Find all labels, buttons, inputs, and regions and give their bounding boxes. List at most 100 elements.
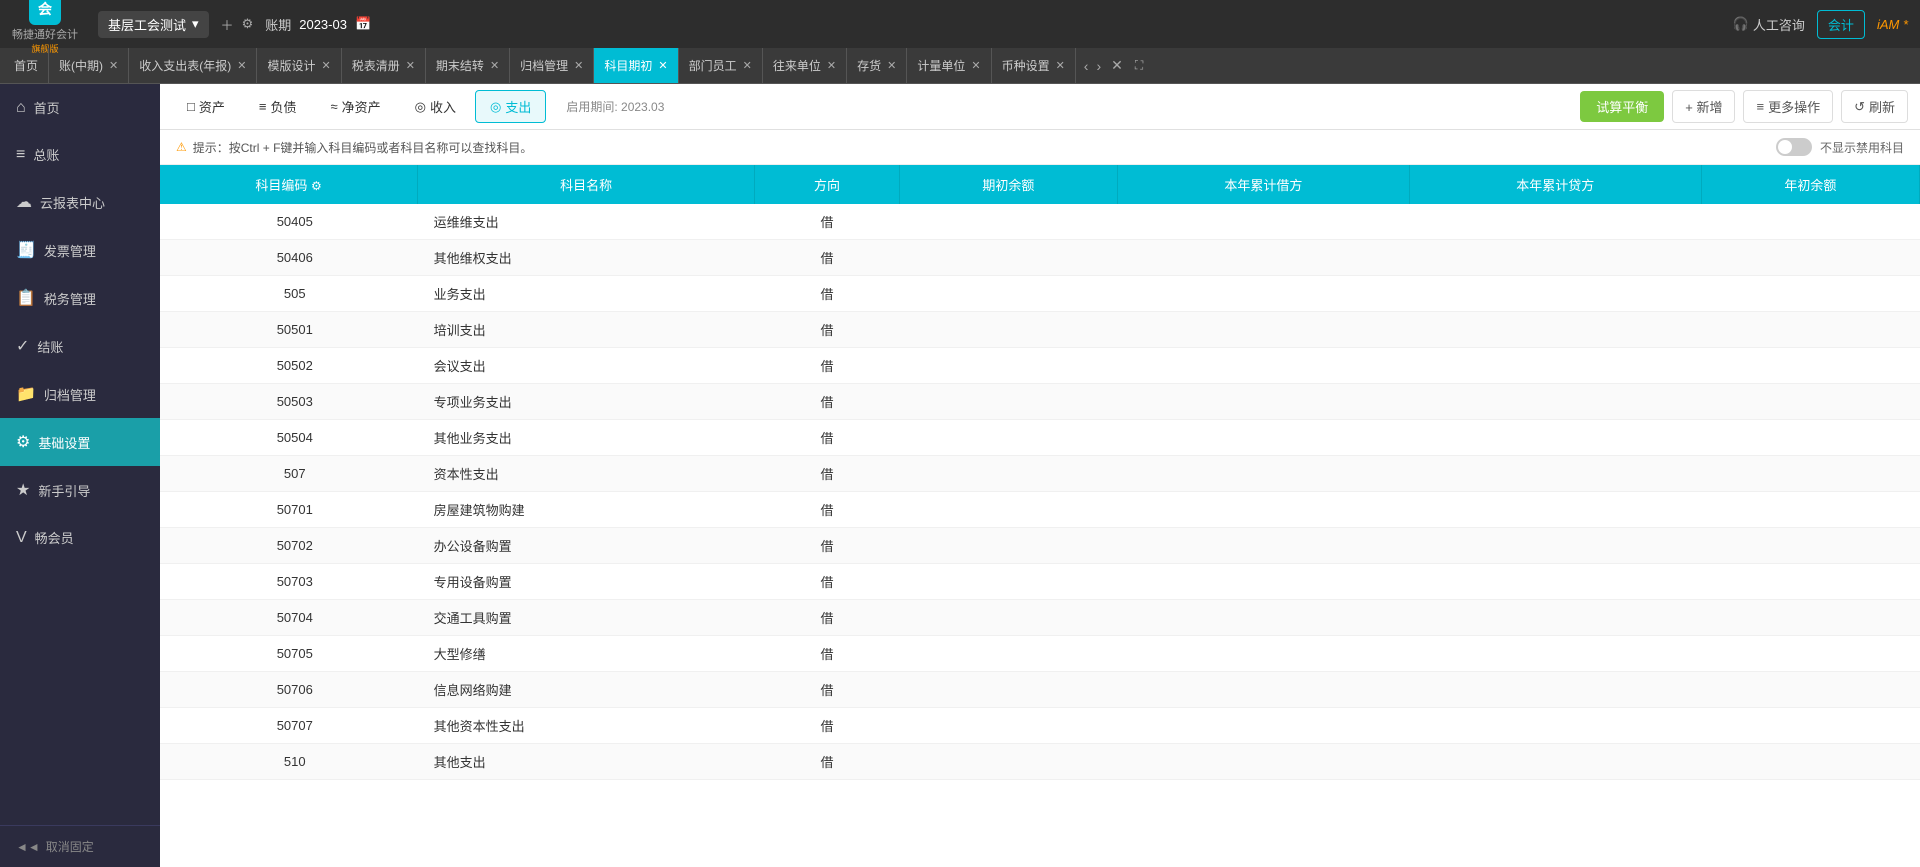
sub-tab-equity[interactable]: ≈ 净资产 xyxy=(315,90,395,123)
cell-ytd-debit xyxy=(1118,456,1410,492)
tab-tax-schedule[interactable]: 税表清册 ✕ xyxy=(342,48,426,84)
cell-code: 507 xyxy=(160,456,418,492)
more-button[interactable]: ≡ 更多操作 xyxy=(1743,90,1833,123)
tab-partners[interactable]: 往来单位 ✕ xyxy=(763,48,847,84)
col-settings-icon[interactable]: ⚙ xyxy=(311,179,322,193)
tab-period-transfer[interactable]: 期末结转 ✕ xyxy=(426,48,510,84)
tab-next-button[interactable]: › xyxy=(1092,58,1105,74)
balance-button[interactable]: 试算平衡 xyxy=(1580,91,1664,122)
cell-ytd-credit xyxy=(1409,744,1701,780)
table-row[interactable]: 50502 会议支出 借 xyxy=(160,348,1920,384)
reports-icon: ☁ xyxy=(16,192,32,212)
col-opening: 期初余额 xyxy=(899,165,1117,204)
tip-text: 提示：按Ctrl + F键并输入科目编码或者科目名称可以查找科目。 xyxy=(193,139,533,156)
table-row[interactable]: 50405 运维维支出 借 xyxy=(160,204,1920,240)
table-row[interactable]: 50707 其他资本性支出 借 xyxy=(160,708,1920,744)
cell-ytd-credit xyxy=(1409,456,1701,492)
tab-dept-staff-close[interactable]: ✕ xyxy=(743,59,752,72)
tab-currency[interactable]: 币种设置 ✕ xyxy=(992,48,1076,84)
tab-close-all-button[interactable]: ✕ xyxy=(1105,57,1129,74)
tab-mid-report-close[interactable]: ✕ xyxy=(109,59,118,72)
period-info: 账期 2023-03 📅 xyxy=(265,15,371,34)
tab-dept-staff[interactable]: 部门员工 ✕ xyxy=(679,48,763,84)
tab-unit-close[interactable]: ✕ xyxy=(971,59,980,72)
calendar-icon[interactable]: 📅 xyxy=(355,16,371,32)
refresh-button[interactable]: ↺ 刷新 xyxy=(1841,90,1908,123)
sidebar-ledger-label: 总账 xyxy=(33,145,59,164)
cell-ytd-credit xyxy=(1409,240,1701,276)
cell-name: 信息网络购建 xyxy=(418,672,755,708)
company-selector[interactable]: 基层工会测试 ▾ xyxy=(98,11,209,38)
cell-code: 50502 xyxy=(160,348,418,384)
tab-unit[interactable]: 计量单位 ✕ xyxy=(907,48,991,84)
tab-fullscreen-button[interactable]: ⛶ xyxy=(1129,58,1149,73)
sidebar-item-ledger[interactable]: ≡ 总账 xyxy=(0,131,160,178)
sub-tab-liability[interactable]: ≡ 负债 xyxy=(244,90,312,123)
tab-inventory-close[interactable]: ✕ xyxy=(887,59,896,72)
sidebar-item-settings[interactable]: ⚙ 基础设置 xyxy=(0,418,160,466)
cell-year-opening xyxy=(1701,384,1919,420)
sidebar-item-reports[interactable]: ☁ 云报表中心 xyxy=(0,178,160,226)
cell-code: 505 xyxy=(160,276,418,312)
sidebar-item-close[interactable]: ✓ 结账 xyxy=(0,322,160,370)
tab-template[interactable]: 模版设计 ✕ xyxy=(257,48,341,84)
add-company-icon[interactable]: ＋ xyxy=(221,15,234,34)
sidebar-pin-button[interactable]: ◄◄ 取消固定 xyxy=(0,825,160,867)
cell-opening xyxy=(899,600,1117,636)
tab-annual-report[interactable]: 收入支出表(年报) ✕ xyxy=(129,48,257,84)
account-button[interactable]: 会计 xyxy=(1817,10,1865,39)
tab-tax-schedule-close[interactable]: ✕ xyxy=(406,59,415,72)
cell-ytd-debit xyxy=(1118,636,1410,672)
table-row[interactable]: 507 资本性支出 借 xyxy=(160,456,1920,492)
tab-partners-close[interactable]: ✕ xyxy=(827,59,836,72)
sidebar-item-guide[interactable]: ★ 新手引导 xyxy=(0,466,160,514)
disable-toggle[interactable] xyxy=(1776,138,1812,156)
sidebar-item-tax[interactable]: 📋 税务管理 xyxy=(0,274,160,322)
table-row[interactable]: 50702 办公设备购置 借 xyxy=(160,528,1920,564)
sidebar-item-home[interactable]: ⌂ 首页 xyxy=(0,84,160,131)
tax-icon: 📋 xyxy=(16,288,36,308)
table-row[interactable]: 50703 专用设备购置 借 xyxy=(160,564,1920,600)
tab-template-close[interactable]: ✕ xyxy=(321,59,330,72)
table-row[interactable]: 50503 专项业务支出 借 xyxy=(160,384,1920,420)
sub-tab-expense[interactable]: ◎ 支出 xyxy=(475,90,546,123)
tab-subject-init[interactable]: 科目期初 ✕ xyxy=(594,48,678,84)
sub-tab-asset[interactable]: □ 资产 xyxy=(172,90,240,123)
cell-year-opening xyxy=(1701,420,1919,456)
cell-ytd-credit xyxy=(1409,312,1701,348)
table-row[interactable]: 50504 其他业务支出 借 xyxy=(160,420,1920,456)
cell-name: 大型修缮 xyxy=(418,636,755,672)
support-button[interactable]: 🎧 人工咨询 xyxy=(1733,15,1805,34)
table-row[interactable]: 50704 交通工具购置 借 xyxy=(160,600,1920,636)
tab-inventory[interactable]: 存货 ✕ xyxy=(847,48,907,84)
tab-home[interactable]: 首页 xyxy=(4,48,49,84)
tab-subject-init-close[interactable]: ✕ xyxy=(658,59,667,72)
table-row[interactable]: 50701 房屋建筑物购建 借 xyxy=(160,492,1920,528)
table-row[interactable]: 505 业务支出 借 xyxy=(160,276,1920,312)
settings-icon[interactable]: ⚙ xyxy=(242,16,254,32)
tab-annual-report-close[interactable]: ✕ xyxy=(237,59,246,72)
table-row[interactable]: 50705 大型修缮 借 xyxy=(160,636,1920,672)
sidebar-item-member[interactable]: V 畅会员 xyxy=(0,514,160,561)
cell-code: 50703 xyxy=(160,564,418,600)
tab-archive[interactable]: 归档管理 ✕ xyxy=(510,48,594,84)
cell-direction: 借 xyxy=(755,384,900,420)
sidebar-item-invoice[interactable]: 🧾 发票管理 xyxy=(0,226,160,274)
add-button[interactable]: + 新增 xyxy=(1672,90,1735,123)
sidebar-item-archive[interactable]: 📁 归档管理 xyxy=(0,370,160,418)
cell-ytd-debit xyxy=(1118,492,1410,528)
sidebar-close-label: 结账 xyxy=(37,337,63,356)
tab-currency-close[interactable]: ✕ xyxy=(1056,59,1065,72)
cell-direction: 借 xyxy=(755,564,900,600)
tab-period-transfer-close[interactable]: ✕ xyxy=(490,59,499,72)
sub-tab-income[interactable]: ◎ 收入 xyxy=(400,90,471,123)
table-row[interactable]: 50406 其他维权支出 借 xyxy=(160,240,1920,276)
table-row[interactable]: 50706 信息网络购建 借 xyxy=(160,672,1920,708)
sidebar-invoice-label: 发票管理 xyxy=(44,241,96,260)
table-row[interactable]: 510 其他支出 借 xyxy=(160,744,1920,780)
tab-prev-button[interactable]: ‹ xyxy=(1080,58,1093,74)
cell-ytd-debit xyxy=(1118,744,1410,780)
table-row[interactable]: 50501 培训支出 借 xyxy=(160,312,1920,348)
tab-archive-close[interactable]: ✕ xyxy=(574,59,583,72)
tab-mid-report[interactable]: 账(中期) ✕ xyxy=(49,48,129,84)
